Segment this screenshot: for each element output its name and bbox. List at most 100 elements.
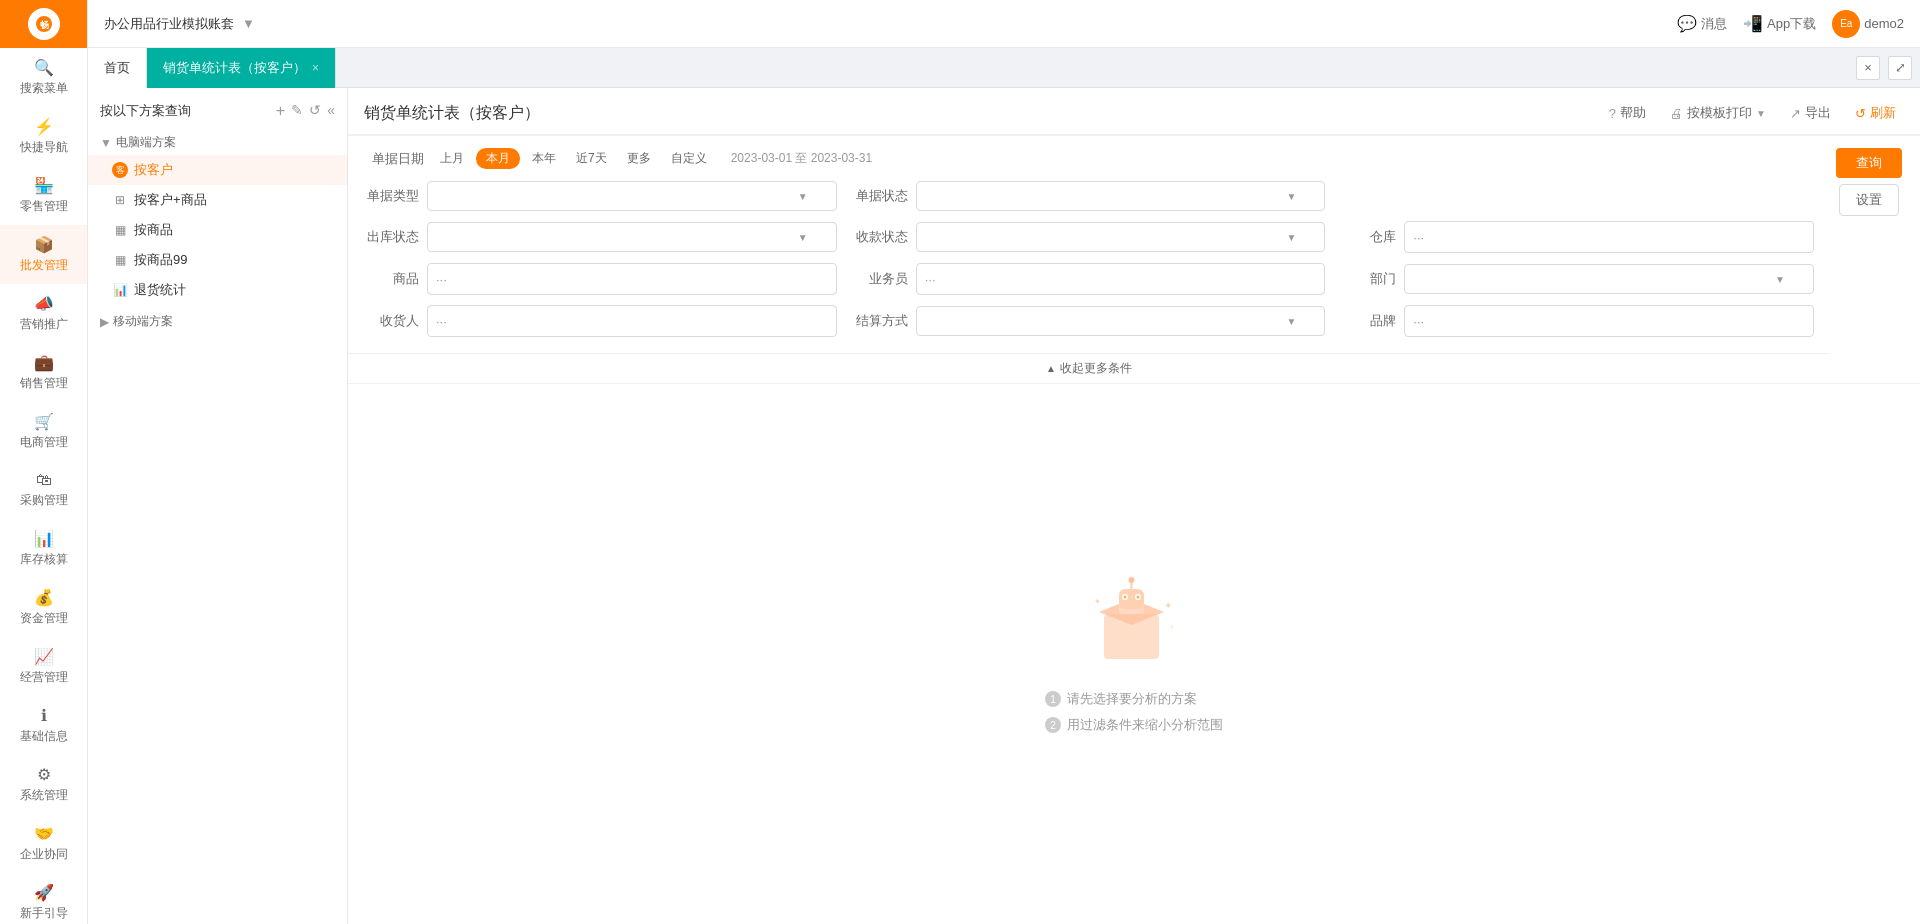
receiptstatus-select[interactable]: ▼ — [916, 222, 1326, 252]
header-dropdown-icon[interactable]: ▼ — [242, 16, 255, 31]
return-stat-icon: 📊 — [112, 282, 128, 298]
add-scheme-button[interactable]: + — [276, 102, 285, 120]
header-right: 💬 消息 📲 App下载 Ea demo2 — [1677, 10, 1904, 38]
tab-home-label: 首页 — [104, 59, 130, 77]
message-icon: 💬 — [1677, 14, 1697, 33]
brand-dots[interactable]: ··· — [1413, 314, 1424, 329]
group-arrow-icon: ▼ — [100, 136, 112, 150]
print-icon: 🖨 — [1670, 106, 1683, 121]
product-label: 商品 — [364, 270, 419, 288]
salesperson-dots[interactable]: ··· — [925, 272, 936, 287]
collapse-filter-button[interactable]: ▲ 收起更多条件 — [348, 353, 1830, 383]
avatar: Ea — [1832, 10, 1860, 38]
sidebar-item-operations[interactable]: 📈 经营管理 — [0, 637, 87, 696]
svg-text:✦: ✦ — [1169, 624, 1174, 630]
app-download-button[interactable]: 📲 App下载 — [1743, 14, 1816, 33]
scheme-group-mobile-title[interactable]: ▶ 移动端方案 — [88, 309, 347, 334]
tab-home[interactable]: 首页 — [88, 48, 147, 88]
docstatus-select[interactable]: ▼ — [916, 181, 1326, 211]
sidebar-item-quicknav[interactable]: ⚡ 快捷导航 — [0, 107, 87, 166]
sidebar-item-newbie[interactable]: 🚀 新手引导 — [0, 873, 87, 924]
warehouse-select[interactable]: ··· — [1404, 221, 1814, 253]
sidebar-item-system[interactable]: ⚙ 系统管理 — [0, 755, 87, 814]
sidebar-item-marketing[interactable]: 📣 营销推广 — [0, 284, 87, 343]
date-tab-more[interactable]: 更多 — [619, 148, 659, 169]
scheme-item-return-stat[interactable]: 📊 退货统计 — [88, 275, 347, 305]
header-title: 办公用品行业模拟账套 — [104, 15, 234, 33]
filter-item-doctype: 单据类型 ▼ — [364, 181, 837, 211]
sidebar-item-purchase[interactable]: 🛍 采购管理 — [0, 461, 87, 519]
download-icon: 📲 — [1743, 14, 1763, 33]
help-icon: ? — [1609, 106, 1616, 121]
doctype-chevron: ▼ — [798, 191, 808, 202]
query-button[interactable]: 查询 — [1836, 148, 1902, 178]
scheme-item-by-customer[interactable]: 客 按客户 — [88, 155, 347, 185]
date-tab-lastmonth[interactable]: 上月 — [432, 148, 472, 169]
sidebar-item-ecommerce[interactable]: 🛒 电商管理 — [0, 402, 87, 461]
date-filter-label: 单据日期 — [364, 150, 424, 168]
product-select[interactable]: ··· — [427, 263, 837, 295]
sidebar-item-enterprise[interactable]: 🤝 企业协同 — [0, 814, 87, 873]
refresh-button[interactable]: ↺ 刷新 — [1847, 100, 1904, 126]
date-tab-custom[interactable]: 自定义 — [663, 148, 715, 169]
print-button[interactable]: 🖨 按模板打印 ▼ — [1662, 100, 1774, 126]
tab-expand-button[interactable]: ⤢ — [1888, 56, 1912, 80]
date-tab-thismonth[interactable]: 本月 — [476, 148, 520, 169]
date-tab-last7[interactable]: 近7天 — [568, 148, 615, 169]
sidebar-item-search[interactable]: 🔍 搜索菜单 — [0, 48, 87, 107]
filter-row-date: 单据日期 上月 本月 本年 近7天 更多 自定义 2023-03-01 至 20… — [364, 148, 1814, 169]
avatar-initials: Ea — [1840, 18, 1852, 29]
user-menu[interactable]: Ea demo2 — [1832, 10, 1904, 38]
empty-tip-2-text: 用过滤条件来缩小分析范围 — [1067, 716, 1223, 734]
collapse-label: 收起更多条件 — [1060, 360, 1132, 377]
tab-close-all-button[interactable]: × — [1856, 56, 1880, 80]
scheme-product-label: 按商品 — [134, 221, 173, 239]
filter-side-buttons: 查询 设置 — [1830, 136, 1920, 383]
empty-tips: 1 请先选择要分析的方案 2 用过滤条件来缩小分析范围 — [1045, 690, 1223, 734]
help-button[interactable]: ? 帮助 — [1601, 100, 1654, 126]
payment-select[interactable]: ▼ — [916, 306, 1326, 336]
close-all-icon: × — [1864, 60, 1872, 75]
export-button[interactable]: ↗ 导出 — [1782, 100, 1839, 126]
sidebar-item-retail[interactable]: 🏪 零售管理 — [0, 166, 87, 225]
scheme-item-by-product[interactable]: ▦ 按商品 — [88, 215, 347, 245]
product-dots[interactable]: ··· — [436, 272, 447, 287]
settings-button[interactable]: 设置 — [1839, 184, 1899, 216]
warehouse-dots[interactable]: ··· — [1413, 230, 1424, 245]
refresh-scheme-icon[interactable]: ↺ — [309, 102, 321, 120]
sidebar-item-sales[interactable]: 💼 销售管理 — [0, 343, 87, 402]
main-panel-header: 销货单统计表（按客户） ? 帮助 🖨 按模板打印 ▼ ↗ 导出 — [348, 88, 1920, 135]
edit-scheme-icon[interactable]: ✎ — [291, 102, 303, 120]
scheme-item-by-product-99[interactable]: ▦ 按商品99 — [88, 245, 347, 275]
sidebar-basic-label: 基础信息 — [20, 728, 68, 745]
warehouse-label: 仓库 — [1341, 228, 1396, 246]
sidebar-item-wholesale[interactable]: 📦 批发管理 — [0, 225, 87, 284]
tab-close-icon[interactable]: × — [312, 61, 319, 75]
finance-icon: 💰 — [34, 588, 54, 607]
sidebar-item-basic[interactable]: ℹ 基础信息 — [0, 696, 87, 755]
message-button[interactable]: 💬 消息 — [1677, 14, 1727, 33]
date-tab-thisyear[interactable]: 本年 — [524, 148, 564, 169]
main-container: 办公用品行业模拟账套 ▼ 💬 消息 📲 App下载 Ea demo2 首页 — [88, 0, 1920, 924]
svg-text:✦: ✦ — [1164, 600, 1172, 611]
consignee-label: 收货人 — [364, 312, 419, 330]
salesperson-select[interactable]: ··· — [916, 263, 1326, 295]
consignee-select[interactable]: ··· — [427, 305, 837, 337]
tab-sales-stat[interactable]: 销货单统计表（按客户） × — [147, 48, 336, 88]
search-icon: 🔍 — [34, 58, 54, 77]
scheme-item-customer-product[interactable]: ⊞ 按客户+商品 — [88, 185, 347, 215]
side-panel: 按以下方案查询 + ✎ ↺ « ▼ 电脑端方案 客 按客户 — [88, 88, 348, 924]
outstatus-select[interactable]: ▼ — [427, 222, 837, 252]
consignee-dots[interactable]: ··· — [436, 314, 447, 329]
message-label: 消息 — [1701, 15, 1727, 33]
collapse-panel-button[interactable]: « — [327, 102, 335, 120]
brand-select[interactable]: ··· — [1404, 305, 1814, 337]
tip-num-1: 1 — [1045, 691, 1061, 707]
sidebar-item-finance[interactable]: 💰 资金管理 — [0, 578, 87, 637]
filter-item-outstatus: 出库状态 ▼ — [364, 221, 837, 253]
doctype-select[interactable]: ▼ — [427, 181, 837, 211]
sidebar-item-inventory[interactable]: 📊 库存核算 — [0, 519, 87, 578]
wholesale-icon: 📦 — [34, 235, 54, 254]
department-select[interactable]: ▼ — [1404, 264, 1814, 294]
scheme-group-desktop-title[interactable]: ▼ 电脑端方案 — [88, 130, 347, 155]
